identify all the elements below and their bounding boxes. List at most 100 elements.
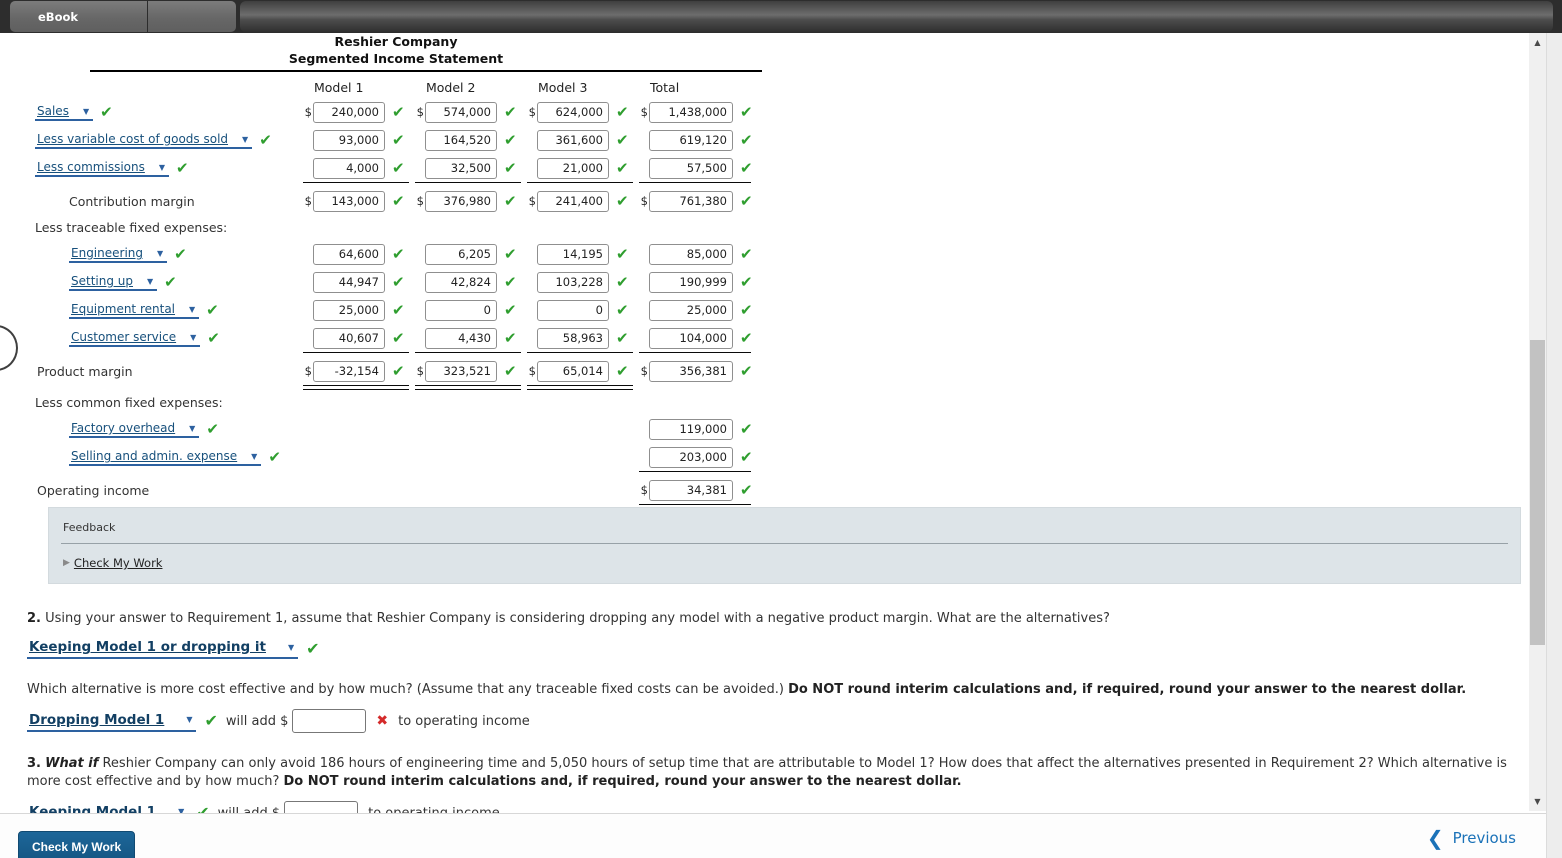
single-underline bbox=[527, 352, 633, 353]
amount-input[interactable]: 1,438,000 bbox=[649, 101, 733, 123]
amount-input[interactable]: 361,600 bbox=[537, 129, 609, 151]
questions-section: 2. Using your answer to Requirement 1, a… bbox=[27, 610, 1527, 839]
amount-input[interactable]: 164,520 bbox=[425, 129, 497, 151]
tab-ebook[interactable]: eBook bbox=[10, 1, 148, 32]
amount-input[interactable]: -32,154 bbox=[313, 360, 385, 382]
statement-row: Engineering ▼ ✔ 64,600 ✔ 6,205 ✔ 14,195 ✔ 85,000 ✔ bbox=[30, 240, 762, 268]
vertical-scrollbar[interactable]: ▲ ▼ bbox=[1529, 33, 1546, 811]
check-icon: ✔ bbox=[740, 158, 753, 177]
q2-amount-input[interactable] bbox=[292, 709, 367, 733]
account-select[interactable]: Factory overhead ▼ bbox=[69, 420, 200, 438]
q2-answer-select[interactable]: Dropping Model 1 ▼ bbox=[27, 711, 197, 732]
check-icon: ✔ bbox=[392, 272, 405, 291]
amount-input[interactable]: 241,400 bbox=[537, 190, 609, 212]
amount-input[interactable]: 32,500 bbox=[425, 157, 497, 179]
check-icon: ✔ bbox=[740, 191, 753, 210]
amount-input[interactable]: 574,000 bbox=[425, 101, 497, 123]
dollar-sign: $ bbox=[640, 194, 648, 208]
amount-input[interactable]: 0 bbox=[425, 299, 497, 321]
amount-input[interactable]: 25,000 bbox=[313, 299, 385, 321]
dollar-sign: $ bbox=[304, 364, 312, 378]
amount-input[interactable]: 93,000 bbox=[313, 129, 385, 151]
single-underline bbox=[303, 352, 409, 353]
scrollbar-thumb[interactable] bbox=[1530, 340, 1545, 645]
amount-input[interactable]: 58,963 bbox=[537, 327, 609, 349]
scroll-down-icon[interactable]: ▼ bbox=[1529, 794, 1546, 809]
check-icon: ✔ bbox=[616, 300, 629, 319]
feedback-check-my-work-link[interactable]: Check My Work bbox=[74, 556, 163, 570]
amount-input[interactable]: 624,000 bbox=[537, 101, 609, 123]
amount-input[interactable]: 104,000 bbox=[649, 327, 733, 349]
account-select[interactable]: Engineering ▼ bbox=[69, 245, 168, 263]
amount-input[interactable]: 4,000 bbox=[313, 157, 385, 179]
dollar-sign: $ bbox=[640, 105, 648, 119]
amount-input[interactable]: 190,999 bbox=[649, 271, 733, 293]
tab-group: eBook bbox=[10, 1, 236, 32]
account-select[interactable]: Setting up ▼ bbox=[69, 273, 158, 291]
check-icon: ✔ bbox=[740, 361, 753, 380]
q2-alternatives-select[interactable]: Keeping Model 1 or dropping it ▼ bbox=[27, 638, 299, 659]
row-label: Product margin bbox=[37, 363, 133, 379]
dollar-sign: $ bbox=[304, 105, 312, 119]
top-bar: eBook bbox=[0, 0, 1562, 33]
amount-input[interactable]: 14,195 bbox=[537, 243, 609, 265]
check-icon: ✔ bbox=[504, 102, 517, 121]
amount-input[interactable]: 240,000 bbox=[313, 101, 385, 123]
amount-input[interactable]: 44,947 bbox=[313, 271, 385, 293]
account-select[interactable]: Customer service ▼ bbox=[69, 329, 201, 347]
will-add-label: will add $ bbox=[225, 713, 289, 729]
amount-input[interactable]: 356,381 bbox=[649, 360, 733, 382]
check-icon: ✔ bbox=[392, 328, 405, 347]
amount-input[interactable]: 323,521 bbox=[425, 360, 497, 382]
question-2-text: 2. Using your answer to Requirement 1, a… bbox=[27, 611, 1110, 626]
amount-input[interactable]: 21,000 bbox=[537, 157, 609, 179]
amount-input[interactable]: 6,205 bbox=[425, 243, 497, 265]
single-underline bbox=[639, 182, 751, 183]
double-underline bbox=[415, 385, 521, 390]
check-icon: ✔ bbox=[504, 361, 517, 380]
statement-title-company: Reshier Company bbox=[334, 34, 458, 49]
check-icon: ✔ bbox=[100, 102, 113, 121]
chevron-down-icon: ▼ bbox=[157, 248, 164, 258]
amount-input[interactable]: 376,980 bbox=[425, 190, 497, 212]
amount-input[interactable]: 0 bbox=[537, 299, 609, 321]
amount-input[interactable]: 57,500 bbox=[649, 157, 733, 179]
disclosure-triangle-icon: ▶ bbox=[63, 558, 70, 568]
account-select[interactable]: Less variable cost of goods sold ▼ bbox=[35, 131, 253, 149]
scroll-up-icon[interactable]: ▲ bbox=[1529, 35, 1546, 50]
amount-input[interactable]: 64,600 bbox=[313, 243, 385, 265]
check-icon: ✔ bbox=[392, 300, 405, 319]
account-select[interactable]: Equipment rental ▼ bbox=[69, 301, 200, 319]
account-select[interactable]: Sales ▼ bbox=[35, 103, 94, 121]
column-header-model3: Model 3 bbox=[538, 79, 588, 95]
amount-input[interactable]: 143,000 bbox=[313, 190, 385, 212]
amount-input[interactable]: 42,824 bbox=[425, 271, 497, 293]
amount-input[interactable]: 85,000 bbox=[649, 243, 733, 265]
amount-input[interactable]: 761,380 bbox=[649, 190, 733, 212]
chevron-left-icon: ❮ bbox=[1426, 826, 1444, 850]
account-select[interactable]: Selling and admin. expense ▼ bbox=[69, 448, 262, 466]
dollar-sign: $ bbox=[640, 483, 648, 497]
check-icon: ✔ bbox=[392, 361, 405, 380]
tab-blank[interactable] bbox=[148, 1, 236, 32]
account-select[interactable]: Less commissions ▼ bbox=[35, 159, 170, 177]
amount-input[interactable]: 103,228 bbox=[537, 271, 609, 293]
amount-input[interactable]: 119,000 bbox=[649, 418, 733, 440]
check-icon: ✔ bbox=[504, 158, 517, 177]
statement-rows: Sales ▼ ✔ $240,000 ✔ $574,000 ✔ $624,000 ✔ $1,438… bbox=[30, 98, 762, 509]
amount-input[interactable]: 40,607 bbox=[313, 327, 385, 349]
check-my-work-button[interactable]: Check My Work bbox=[18, 831, 136, 858]
check-icon: ✔ bbox=[616, 244, 629, 263]
check-icon: ✔ bbox=[740, 272, 753, 291]
amount-input[interactable]: 34,381 bbox=[649, 479, 733, 501]
check-icon: ✔ bbox=[740, 300, 753, 319]
previous-link[interactable]: ❮ Previous bbox=[1427, 826, 1516, 850]
check-icon: ✔ bbox=[740, 244, 753, 263]
statement-row: Equipment rental ▼ ✔ 25,000 ✔ 0 ✔ 0 ✔ 25,000 ✔ bbox=[30, 296, 762, 324]
amount-input[interactable]: 25,000 bbox=[649, 299, 733, 321]
check-icon: ✔ bbox=[176, 158, 189, 177]
amount-input[interactable]: 203,000 bbox=[649, 446, 733, 468]
amount-input[interactable]: 65,014 bbox=[537, 360, 609, 382]
amount-input[interactable]: 619,120 bbox=[649, 129, 733, 151]
amount-input[interactable]: 4,430 bbox=[425, 327, 497, 349]
